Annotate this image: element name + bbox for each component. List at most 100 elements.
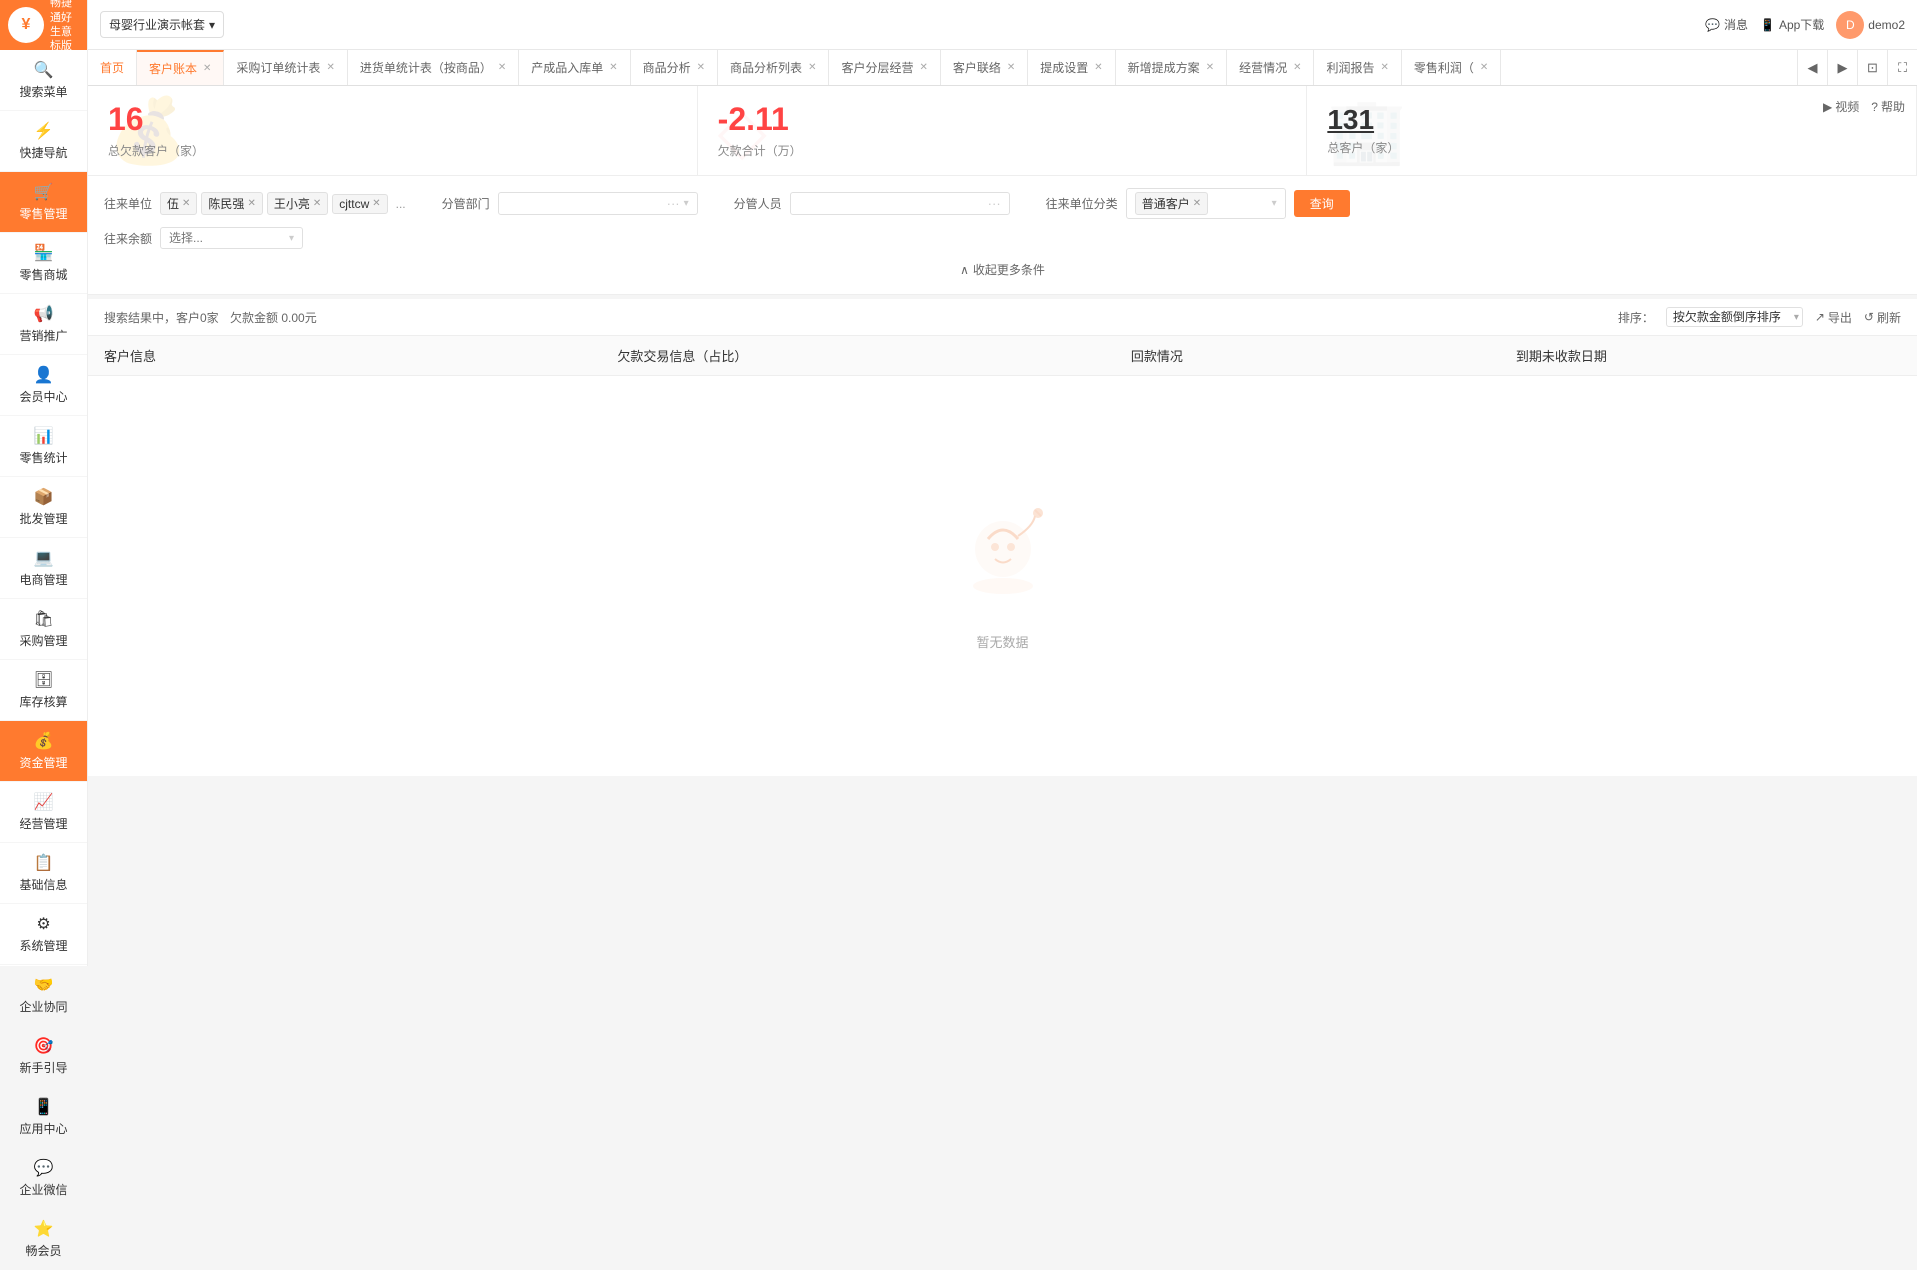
collapse-icon: ∧ xyxy=(960,263,969,277)
tab-new_raise[interactable]: 新增提成方案✕ xyxy=(1116,50,1227,86)
sidebar-item-operations[interactable]: 📈经营管理 xyxy=(0,782,87,843)
sidebar-item-quick_nav[interactable]: ⚡快捷导航 xyxy=(0,111,87,172)
tab-close-cost_inbound[interactable]: ✕ xyxy=(609,62,617,73)
sidebar-item-system[interactable]: ⚙系统管理 xyxy=(0,904,87,965)
table-header-3: 到期未收款日期 xyxy=(1516,346,1901,365)
tab-goods_analysis[interactable]: 商品分析✕ xyxy=(631,50,718,86)
collapse-btn[interactable]: ∧ 收起更多条件 xyxy=(948,257,1057,282)
filter-tag-cjttcw[interactable]: cjttcw✕ xyxy=(332,194,387,214)
sidebar-item-purchase[interactable]: 🛍采购管理 xyxy=(0,599,87,660)
tab-scroll-left[interactable]: ◀ xyxy=(1797,50,1827,86)
tab-retail_profit[interactable]: 零售利润（✕ xyxy=(1402,50,1501,86)
tab-close-profit_report[interactable]: ✕ xyxy=(1381,62,1389,73)
app-download-btn[interactable]: 📱 App下载 xyxy=(1760,16,1824,33)
sidebar-item-wholesale[interactable]: 📦批发管理 xyxy=(0,477,87,538)
tab-customer_tier[interactable]: 客户分层经营✕ xyxy=(829,50,940,86)
unit-type-label: 往来单位分类 xyxy=(1046,195,1118,212)
account-dropdown[interactable]: 母婴行业演示帐套 ▾ xyxy=(100,11,224,38)
sidebar-item-inventory[interactable]: 🗄库存核算 xyxy=(0,660,87,721)
tab-close-customer_contact[interactable]: ✕ xyxy=(1007,62,1015,73)
unit-type-tag[interactable]: 普通客户 ✕ xyxy=(1135,192,1208,215)
tab-goods_analysis_list[interactable]: 商品分析列表 ✕ xyxy=(718,50,829,86)
tab-close-retail_profit[interactable]: ✕ xyxy=(1480,62,1488,73)
tab-customer_contact[interactable]: 客户联络✕ xyxy=(941,50,1028,86)
tab-raise_settings[interactable]: 提成设置✕ xyxy=(1028,50,1115,86)
tab-label-biz_status: 经营情况 xyxy=(1239,59,1287,76)
tab-biz_status[interactable]: 经营情况 ✕ xyxy=(1227,50,1314,86)
refresh-btn[interactable]: ↺ 刷新 xyxy=(1864,309,1901,326)
tab-cost_inbound[interactable]: 产成品入库单✕ xyxy=(519,50,630,86)
tab-scroll-right[interactable]: ▶ xyxy=(1827,50,1857,86)
sidebar-item-retail_mgmt[interactable]: 🛒零售管理 xyxy=(0,172,87,233)
dept-filter[interactable]: ··· ▾ xyxy=(498,192,698,215)
sidebar-item-retail_mall[interactable]: 🏪零售商城 xyxy=(0,233,87,294)
purchase-icon: 🛍 xyxy=(33,609,53,629)
balance-filter[interactable]: ▾ xyxy=(160,227,303,249)
ecommerce-icon: 💻 xyxy=(34,548,54,568)
balance-label: 往来余额 xyxy=(104,230,152,247)
sidebar-item-enterprise[interactable]: 🤝企业协同 xyxy=(0,965,87,1026)
export-btn[interactable]: ↗ 导出 xyxy=(1815,309,1852,326)
tab-account[interactable]: 客户账本✕ xyxy=(137,50,224,86)
search-button[interactable]: 查询 xyxy=(1294,190,1350,217)
tab-inbound_stats[interactable]: 进货单统计表（按商品）✕ xyxy=(348,50,519,86)
person-input[interactable] xyxy=(799,197,919,211)
tab-purchase_order[interactable]: 采购订单统计表 ✕ xyxy=(224,50,347,86)
search-icon: 🔍 xyxy=(34,60,54,80)
sidebar-item-membership[interactable]: ⭐畅会员 xyxy=(0,1209,87,1270)
results-info: 搜索结果中，客户0家 欠款金额 0.00元 xyxy=(104,309,317,326)
tab-home[interactable]: 首页 xyxy=(88,50,137,86)
sort-select[interactable]: 按欠款金额倒序排序 xyxy=(1666,307,1803,327)
sidebar-item-finance[interactable]: 💰资金管理 xyxy=(0,721,87,782)
tab-expand[interactable]: ⊡ xyxy=(1857,50,1887,86)
tab-fullscreen[interactable]: ⛶ xyxy=(1887,50,1917,86)
sidebar-item-member[interactable]: 👤会员中心 xyxy=(0,355,87,416)
tag-close-陈民强[interactable]: ✕ xyxy=(247,198,255,209)
newbie-icon: 🎯 xyxy=(34,1036,54,1056)
tab-label-goods_analysis_list: 商品分析列表 xyxy=(730,59,802,76)
unit-type-tag-close[interactable]: ✕ xyxy=(1193,198,1201,209)
sort-select-wrapper[interactable]: 按欠款金额倒序排序 ▾ xyxy=(1666,307,1803,327)
table-header: 客户信息欠款交易信息（占比）回款情况到期未收款日期 xyxy=(88,336,1917,376)
marketing-icon: 📢 xyxy=(34,304,54,324)
tab-close-customer_tier[interactable]: ✕ xyxy=(919,62,927,73)
filter-more-btn[interactable]: ... xyxy=(396,197,406,211)
member-icon: 👤 xyxy=(34,365,54,385)
tab-close-raise_settings[interactable]: ✕ xyxy=(1094,62,1102,73)
tab-close-new_raise[interactable]: ✕ xyxy=(1206,62,1214,73)
sidebar-item-marketing[interactable]: 📢营销推广 xyxy=(0,294,87,355)
sidebar-item-basic_info[interactable]: 📋基础信息 xyxy=(0,843,87,904)
sidebar-item-ecommerce[interactable]: 💻电商管理 xyxy=(0,538,87,599)
person-filter[interactable]: ··· xyxy=(790,192,1010,215)
tab-close-goods_analysis_list[interactable]: ✕ xyxy=(808,62,816,73)
filter-tag-王小亮[interactable]: 王小亮✕ xyxy=(267,192,328,215)
tag-close-cjttcw[interactable]: ✕ xyxy=(372,198,380,209)
tab-profit_report[interactable]: 利润报告✕ xyxy=(1314,50,1401,86)
system-icon: ⚙ xyxy=(36,914,50,934)
tab-close-purchase_order[interactable]: ✕ xyxy=(326,62,334,73)
table-header-2: 回款情况 xyxy=(1131,346,1516,365)
chevron-down-icon: ▾ xyxy=(209,18,215,32)
tab-close-account[interactable]: ✕ xyxy=(203,63,211,74)
sidebar-item-newbie[interactable]: 🎯新手引导 xyxy=(0,1026,87,1087)
tab-close-biz_status[interactable]: ✕ xyxy=(1293,62,1301,73)
tab-close-goods_analysis[interactable]: ✕ xyxy=(697,62,705,73)
dept-input[interactable] xyxy=(507,197,627,211)
tab-close-inbound_stats[interactable]: ✕ xyxy=(498,62,506,73)
sidebar-item-search[interactable]: 🔍搜索菜单 xyxy=(0,50,87,111)
unit-type-filter[interactable]: 普通客户 ✕ ▾ xyxy=(1126,188,1286,219)
tag-close-伍[interactable]: ✕ xyxy=(182,198,190,209)
filter-tag-伍[interactable]: 伍✕ xyxy=(160,192,197,215)
sidebar-item-retail_stats[interactable]: 📊零售统计 xyxy=(0,416,87,477)
tag-close-王小亮[interactable]: ✕ xyxy=(313,198,321,209)
message-btn[interactable]: 💬 消息 xyxy=(1705,16,1748,33)
balance-input[interactable] xyxy=(169,231,289,245)
sidebar-item-app_center[interactable]: 📱应用中心 xyxy=(0,1087,87,1148)
tab-label-purchase_order: 采购订单统计表 xyxy=(236,59,320,76)
user-profile[interactable]: D demo2 xyxy=(1836,11,1905,39)
filter-collapse-row: ∧ 收起更多条件 xyxy=(104,257,1901,282)
sidebar-item-wechat[interactable]: 💬企业微信 xyxy=(0,1148,87,1209)
filter-tag-陈民强[interactable]: 陈民强✕ xyxy=(201,192,262,215)
refresh-icon: ↺ xyxy=(1864,310,1874,324)
table-header-1: 欠款交易信息（占比） xyxy=(617,346,1130,365)
